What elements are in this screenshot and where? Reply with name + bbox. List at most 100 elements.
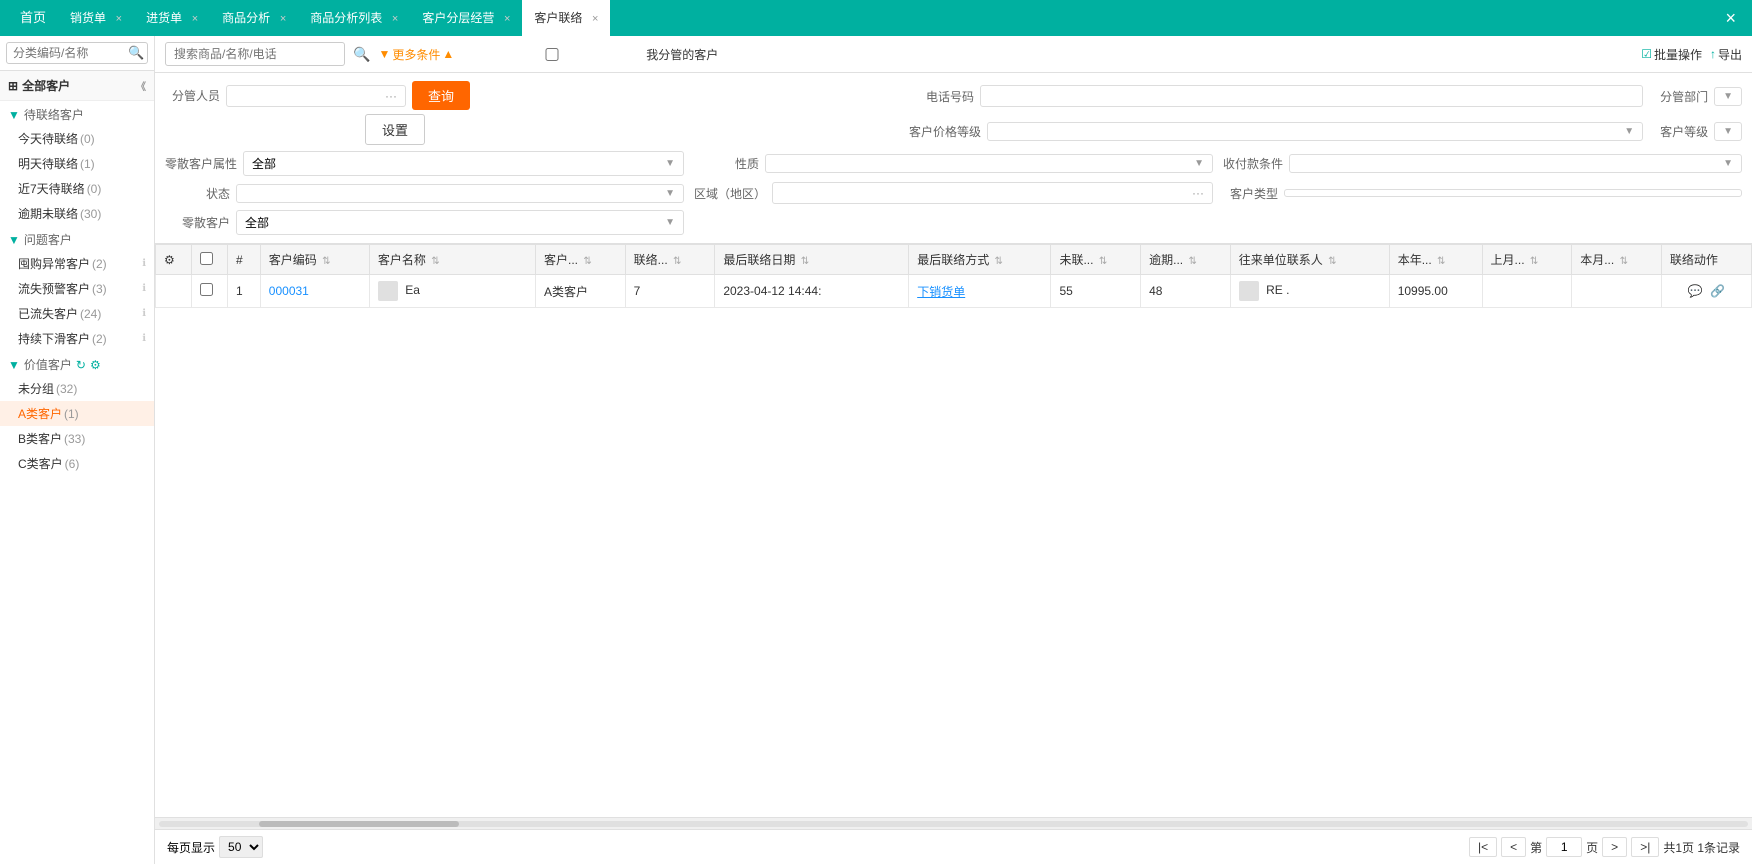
table-col-contact[interactable]: 联络... ⇅ bbox=[625, 245, 715, 275]
table-col-no-contact[interactable]: 未联... ⇅ bbox=[1051, 245, 1141, 275]
sidebar-item-churn-warning[interactable]: 流失预警客户 (3) ℹ bbox=[0, 276, 154, 301]
filter-status-select[interactable]: ▼ bbox=[236, 184, 684, 203]
sidebar-all-customers[interactable]: ⊞ 全部客户 《 bbox=[0, 71, 154, 101]
filter-dept-select[interactable]: ▼ bbox=[1714, 87, 1742, 106]
info-icon-churn-warning[interactable]: ℹ bbox=[142, 283, 146, 294]
filter-zero-cust-select[interactable]: 全部 ▼ bbox=[236, 210, 684, 235]
sidebar-item-hoarding[interactable]: 囤购异常客户 (2) ℹ bbox=[0, 251, 154, 276]
nav-customer-contact[interactable]: 客户联络 × bbox=[522, 0, 610, 36]
select-all-checkbox[interactable] bbox=[200, 252, 213, 265]
filter-payment-select[interactable]: ▼ bbox=[1289, 154, 1742, 173]
refresh-icon[interactable]: ↻ bbox=[76, 358, 86, 372]
close-analysis-list-icon[interactable]: × bbox=[392, 13, 398, 25]
row-code[interactable]: 000031 bbox=[260, 275, 369, 308]
sidebar-item-today[interactable]: 今天待联络 (0) bbox=[0, 126, 154, 151]
search-button[interactable]: 🔍 bbox=[353, 46, 370, 63]
nav-home[interactable]: 首页 bbox=[8, 0, 58, 36]
filter-nature-select[interactable]: ▼ bbox=[765, 154, 1213, 173]
sidebar-group-problem[interactable]: ▼ 问题客户 bbox=[0, 226, 154, 251]
page-number-input[interactable] bbox=[1546, 837, 1582, 857]
table-col-this-year[interactable]: 本年... ⇅ bbox=[1389, 245, 1482, 275]
next-page-button[interactable]: > bbox=[1602, 837, 1627, 857]
nav-purchase[interactable]: 进货单 × bbox=[134, 0, 210, 36]
table-col-type[interactable]: 客户... ⇅ bbox=[536, 245, 626, 275]
last-page-button[interactable]: >| bbox=[1631, 837, 1659, 857]
sidebar-search-input[interactable] bbox=[6, 42, 148, 64]
close-analysis-icon[interactable]: × bbox=[280, 13, 286, 25]
row-last-method[interactable]: 下销货单 bbox=[909, 275, 1051, 308]
settings-button[interactable]: 设置 bbox=[365, 114, 425, 145]
table-col-last-method[interactable]: 最后联络方式 ⇅ bbox=[909, 245, 1051, 275]
filter-payment: 收付款条件 ▼ bbox=[1223, 151, 1742, 176]
filter-price-grade-select[interactable]: ▼ bbox=[987, 122, 1643, 141]
filter-phone-input[interactable] bbox=[989, 89, 1634, 103]
filter-cust-type-label: 客户类型 bbox=[1223, 185, 1278, 202]
row-action[interactable]: 💬 🔗 bbox=[1661, 275, 1751, 308]
filter-zero-attr-select[interactable]: 全部 ▼ bbox=[243, 151, 684, 176]
info-icon-hoarding[interactable]: ℹ bbox=[142, 258, 146, 269]
row-checkbox[interactable] bbox=[192, 275, 228, 308]
table-col-this-month[interactable]: 本月... ⇅ bbox=[1572, 245, 1662, 275]
table-col-unit-contact[interactable]: 往来单位联系人 ⇅ bbox=[1230, 245, 1389, 275]
nav-customer-tier[interactable]: 客户分层经营 × bbox=[410, 0, 522, 36]
more-filter-button[interactable]: ▼ 更多条件 ▲ bbox=[378, 46, 454, 63]
sidebar-item-class-c[interactable]: C类客户 (6) bbox=[0, 451, 154, 476]
page-size-select[interactable]: 50 bbox=[219, 836, 263, 858]
sidebar-item-tomorrow[interactable]: 明天待联络 (1) bbox=[0, 151, 154, 176]
nav-analysis-list[interactable]: 商品分析列表 × bbox=[298, 0, 410, 36]
row-no-contact: 55 bbox=[1051, 275, 1141, 308]
contact-chat-icon[interactable]: 💬 bbox=[1688, 284, 1703, 298]
close-purchase-icon[interactable]: × bbox=[192, 13, 198, 25]
table-col-name[interactable]: 客户名称 ⇅ bbox=[369, 245, 535, 275]
sidebar-item-overdue-contact[interactable]: 逾期未联络 (30) bbox=[0, 201, 154, 226]
table-col-index: # bbox=[228, 245, 261, 275]
table-checkbox-col[interactable] bbox=[192, 245, 228, 275]
filter-cust-grade-select[interactable]: ▼ bbox=[1714, 122, 1742, 141]
table-col-code[interactable]: 客户编码 ⇅ bbox=[260, 245, 369, 275]
first-page-button[interactable]: |< bbox=[1469, 837, 1497, 857]
prev-page-button[interactable]: < bbox=[1501, 837, 1526, 857]
close-customer-contact-icon[interactable]: × bbox=[592, 13, 598, 25]
horizontal-scrollbar[interactable] bbox=[155, 817, 1752, 829]
sidebar-item-7days[interactable]: 近7天待联络 (0) bbox=[0, 176, 154, 201]
sidebar-item-churned[interactable]: 已流失客户 (24) ℹ bbox=[0, 301, 154, 326]
table-settings-col[interactable]: ⚙ bbox=[156, 245, 192, 275]
filter-cust-type-select[interactable] bbox=[1284, 189, 1742, 197]
sidebar-group-pending[interactable]: ▼ 待联络客户 bbox=[0, 101, 154, 126]
sidebar-search-icon[interactable]: 🔍 bbox=[128, 45, 144, 61]
nav-sales[interactable]: 销货单 × bbox=[58, 0, 134, 36]
row-select-checkbox[interactable] bbox=[200, 283, 213, 296]
info-icon-churned[interactable]: ℹ bbox=[142, 308, 146, 319]
sidebar-item-class-b[interactable]: B类客户 (33) bbox=[0, 426, 154, 451]
nav-analysis[interactable]: 商品分析 × bbox=[210, 0, 298, 36]
sidebar-group-value[interactable]: ▼ 价值客户 ↻ ⚙ bbox=[0, 351, 154, 376]
filter-nature: 性质 ▼ bbox=[694, 151, 1213, 176]
batch-op-button[interactable]: ☑ 批量操作 bbox=[1641, 46, 1702, 63]
close-sales-icon[interactable]: × bbox=[116, 13, 122, 25]
filter-cust-grade-arrow: ▼ bbox=[1723, 126, 1733, 137]
sidebar-item-declining[interactable]: 持续下滑客户 (2) ℹ bbox=[0, 326, 154, 351]
my-customers-checkbox-label[interactable]: 我分管的客户 bbox=[462, 46, 718, 63]
contact-link-icon[interactable]: 🔗 bbox=[1710, 284, 1725, 298]
settings-icon[interactable]: ⚙ bbox=[90, 358, 101, 372]
sidebar-item-class-a[interactable]: A类客户 (1) bbox=[0, 401, 154, 426]
filter-region-select[interactable]: ··· bbox=[772, 182, 1213, 204]
table-col-last-month[interactable]: 上月... ⇅ bbox=[1482, 245, 1572, 275]
sidebar-item-ungroups[interactable]: 未分组 (32) bbox=[0, 376, 154, 401]
my-customers-checkbox[interactable] bbox=[462, 48, 642, 61]
scrollbar-thumb[interactable] bbox=[259, 821, 459, 827]
row-this-year: 10995.00 bbox=[1389, 275, 1482, 308]
table-col-last-date[interactable]: 最后联络日期 ⇅ bbox=[715, 245, 909, 275]
page-size-label: 每页显示 bbox=[167, 839, 215, 856]
query-button[interactable]: 查询 bbox=[412, 81, 470, 110]
export-button[interactable]: ↑ 导出 bbox=[1710, 46, 1742, 63]
sort-this-year-icon: ⇅ bbox=[1437, 256, 1445, 267]
collapse-icon[interactable]: 《 bbox=[136, 78, 146, 93]
last-method-link[interactable]: 下销货单 bbox=[917, 285, 965, 299]
window-close-button[interactable]: × bbox=[1717, 8, 1744, 29]
close-customer-tier-icon[interactable]: × bbox=[504, 13, 510, 25]
table-col-overdue[interactable]: 逾期... ⇅ bbox=[1141, 245, 1231, 275]
search-input[interactable] bbox=[165, 42, 345, 66]
info-icon-declining[interactable]: ℹ bbox=[142, 333, 146, 344]
filter-manager-select[interactable]: ··· bbox=[226, 85, 406, 107]
